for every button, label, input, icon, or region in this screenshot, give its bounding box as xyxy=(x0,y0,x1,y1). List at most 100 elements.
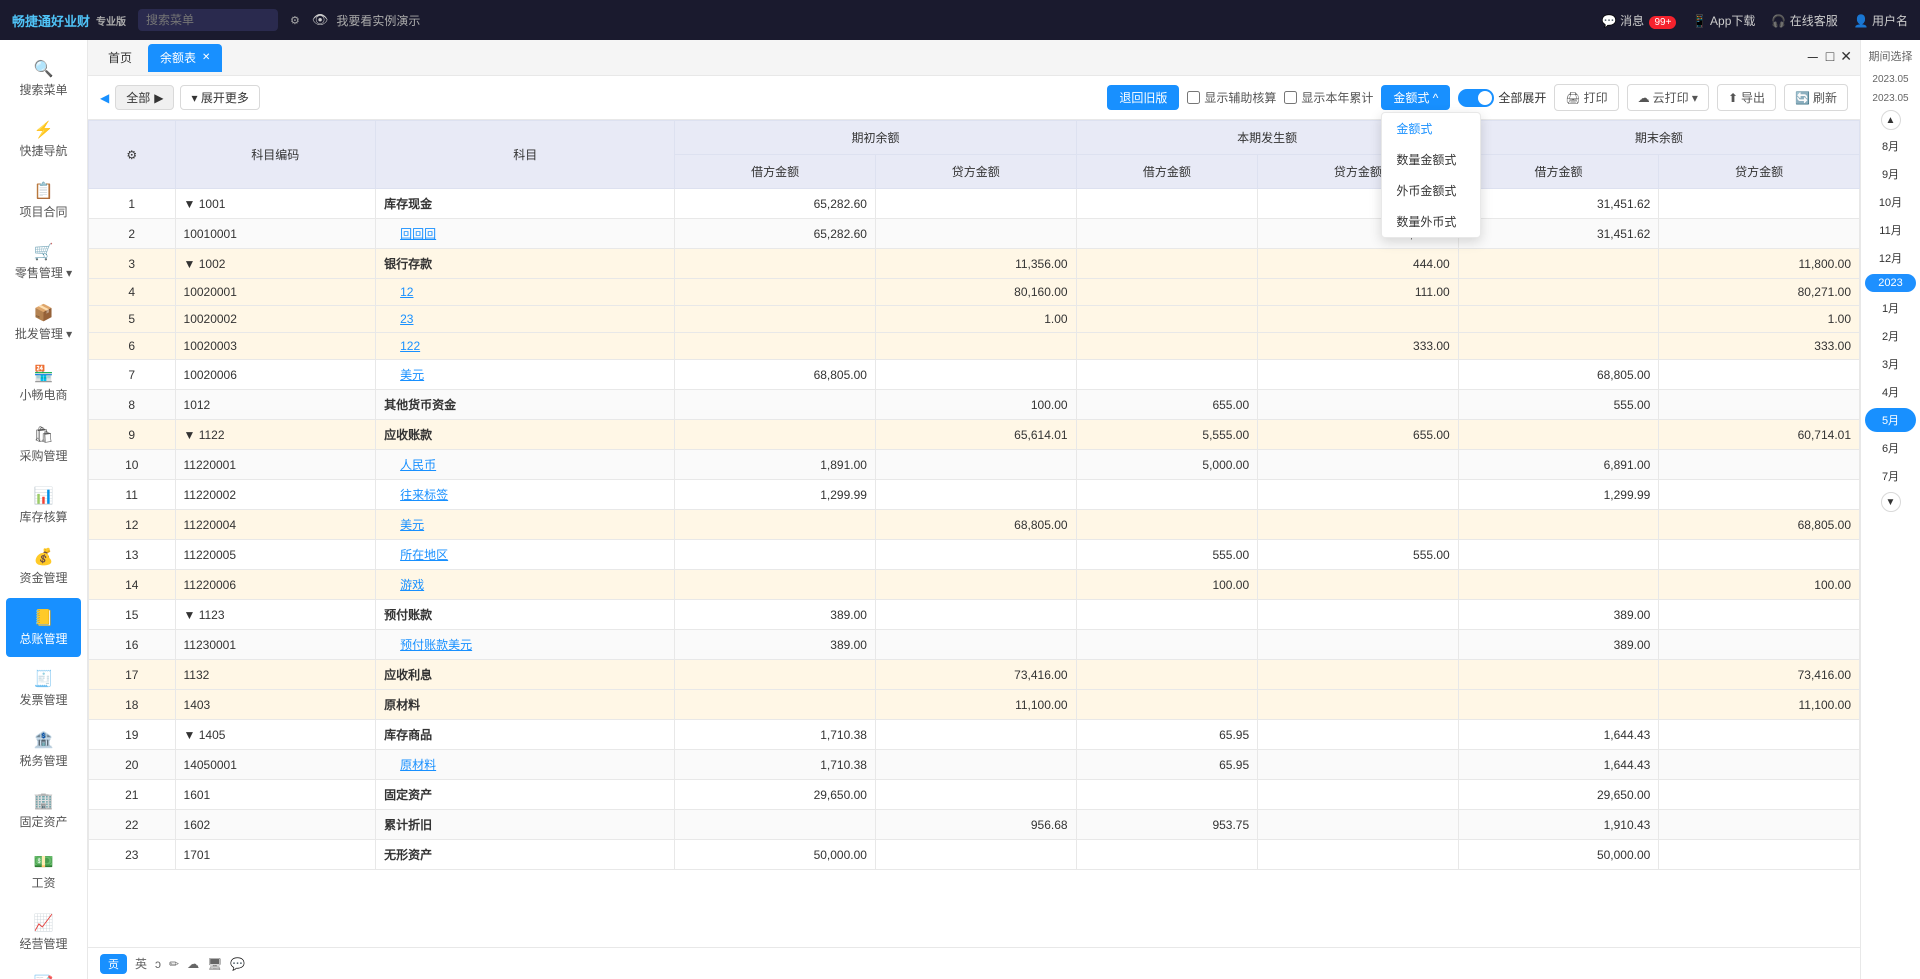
back-arrow-icon[interactable]: ◀ xyxy=(100,91,109,105)
cell-subject: 回回回 xyxy=(376,219,675,249)
show-assist-checkbox[interactable]: 显示辅助核算 xyxy=(1187,89,1276,106)
sidebar-item-capital[interactable]: 💰 资金管理 xyxy=(6,537,81,596)
format-option-foreign-amount[interactable]: 外币金额式 xyxy=(1382,175,1480,206)
tab-home[interactable]: 首页 xyxy=(96,44,144,72)
period-item-10[interactable]: 10月 xyxy=(1865,190,1916,214)
sidebar-item-assets[interactable]: 🏢 固定资产 xyxy=(6,781,81,840)
cell-subject: 游戏 xyxy=(376,570,675,600)
sidebar-item-retail[interactable]: 🛒 零售管理 ▾ xyxy=(6,232,81,291)
subject-label[interactable]: 游戏 xyxy=(400,578,424,592)
period-down-btn[interactable]: ▼ xyxy=(1881,492,1901,512)
cell-subject: 库存现金 xyxy=(376,189,675,219)
window-minimize-btn[interactable]: － xyxy=(1806,48,1820,68)
sidebar-item-wholesale[interactable]: 📦 批发管理 ▾ xyxy=(6,293,81,352)
period-up-btn[interactable]: ▲ xyxy=(1881,110,1901,130)
tab-balance[interactable]: 余额表 ✕ xyxy=(148,44,222,72)
period-item-11[interactable]: 11月 xyxy=(1865,218,1916,242)
show-year-input[interactable] xyxy=(1284,91,1297,104)
cloud-print-btn[interactable]: ☁ 云打印 ▾ xyxy=(1627,84,1709,111)
table-row: 2 10010001 回回回 65,282.60 33,830.98 31,45… xyxy=(89,219,1860,249)
subject-label[interactable]: 预付账款美元 xyxy=(400,638,472,652)
period-item-6[interactable]: 6月 xyxy=(1865,436,1916,460)
download-btn[interactable]: 📱 App下载 xyxy=(1692,12,1755,29)
top-bar: 畅捷通好业财 专业版 ⚙ 👁 我要看实例演示 💬 消息 99+ 📱 App下载 … xyxy=(0,0,1920,40)
sidebar-item-report[interactable]: 📝 小畅报销 xyxy=(6,964,81,979)
period-item-8[interactable]: 8月 xyxy=(1865,134,1916,158)
period-range-end: 2023.05 xyxy=(1870,91,1910,106)
period-item-4[interactable]: 4月 xyxy=(1865,380,1916,404)
tab-close-icon[interactable]: ✕ xyxy=(202,52,210,63)
period-item-3[interactable]: 3月 xyxy=(1865,352,1916,376)
period-item-12[interactable]: 12月 xyxy=(1865,246,1916,270)
th-settings[interactable]: ⚙ xyxy=(89,121,176,189)
period-item-2[interactable]: 2月 xyxy=(1865,324,1916,348)
period-item-7[interactable]: 7月 xyxy=(1865,464,1916,488)
sidebar-item-quicknav[interactable]: ⚡ 快捷导航 xyxy=(6,110,81,169)
table-row: 19 ▼ 1405 库存商品 1,710.38 65.95 1,644.43 xyxy=(89,720,1860,750)
message-btn[interactable]: 💬 消息 99+ xyxy=(1602,12,1677,29)
format-option-amount[interactable]: 金额式 xyxy=(1382,113,1480,144)
service-btn[interactable]: 🎧 在线客服 xyxy=(1771,12,1837,29)
sidebar-item-tax[interactable]: 🏦 税务管理 xyxy=(6,720,81,779)
period-item-9[interactable]: 9月 xyxy=(1865,162,1916,186)
expand-all-toggle[interactable]: 全部展开 xyxy=(1458,89,1546,107)
window-close-btn[interactable]: ✕ xyxy=(1840,48,1852,68)
gear-icon[interactable]: ⚙ xyxy=(290,14,300,27)
cell-no: 10 xyxy=(89,450,176,480)
subject-label[interactable]: 往来标签 xyxy=(400,488,448,502)
lang-btn[interactable]: ↄ xyxy=(155,957,161,971)
sidebar-item-label: 批发管理 ▾ xyxy=(15,327,72,341)
cell-op-credit xyxy=(875,540,1076,570)
subject-label[interactable]: 原材料 xyxy=(400,758,436,772)
subject-label[interactable]: 122 xyxy=(400,339,420,353)
sidebar-item-operation[interactable]: 📈 经营管理 xyxy=(6,903,81,962)
window-maximize-btn[interactable]: □ xyxy=(1826,48,1834,68)
demo-link: 👁 我要看实例演示 xyxy=(312,12,1590,29)
sidebar-item-ledger[interactable]: 📒 总账管理 xyxy=(6,598,81,657)
subject-label[interactable]: 所在地区 xyxy=(400,548,448,562)
refresh-btn[interactable]: 🔄 刷新 xyxy=(1784,84,1848,111)
show-assist-input[interactable] xyxy=(1187,91,1200,104)
toggle-switch-control[interactable] xyxy=(1458,89,1494,107)
ledger-icon: 📒 xyxy=(10,608,77,628)
cell-op-debit: 389.00 xyxy=(675,630,876,660)
sidebar-item-ecommerce[interactable]: 🏪 小畅电商 xyxy=(6,354,81,413)
format-option-qty-foreign[interactable]: 数量外币式 xyxy=(1382,206,1480,237)
print-btn[interactable]: 🖨 打印 xyxy=(1554,84,1618,111)
cell-op-debit: 65,282.60 xyxy=(675,189,876,219)
sidebar-item-salary[interactable]: 💵 工资 xyxy=(6,842,81,901)
format-option-qty-amount[interactable]: 数量金额式 xyxy=(1382,144,1480,175)
subject-label[interactable]: 美元 xyxy=(400,368,424,382)
show-year-checkbox[interactable]: 显示本年累计 xyxy=(1284,89,1373,106)
subject-label[interactable]: 回回回 xyxy=(400,227,436,241)
cell-cl-credit: 333.00 xyxy=(1659,333,1860,360)
settings-icon[interactable]: ⚙ xyxy=(126,148,137,162)
breadcrumb-btn[interactable]: 全部 ▶ xyxy=(115,85,174,110)
period-item-1[interactable]: 1月 xyxy=(1865,296,1916,320)
sidebar-item-search[interactable]: 🔍 搜索菜单 xyxy=(6,49,81,108)
feed-btn[interactable]: 贡 xyxy=(100,954,127,974)
subject-label[interactable]: 23 xyxy=(400,312,413,326)
sidebar-item-inventory[interactable]: 📊 库存核算 xyxy=(6,476,81,535)
quicknav-icon: ⚡ xyxy=(10,120,77,140)
back-old-btn[interactable]: 退回旧版 xyxy=(1107,85,1179,110)
cell-per-credit: 655.00 xyxy=(1258,420,1459,450)
expand-btn[interactable]: ▾ 展开更多 xyxy=(180,85,259,110)
subject-label[interactable]: 人民币 xyxy=(400,458,436,472)
search-input[interactable] xyxy=(138,9,278,31)
cell-cl-debit xyxy=(1458,333,1659,360)
sidebar-item-purchase[interactable]: 🛍 采购管理 xyxy=(6,415,81,474)
subject-label[interactable]: 12 xyxy=(400,285,413,299)
tab-balance-label: 余额表 xyxy=(160,49,196,66)
sidebar-item-invoice[interactable]: 🧾 发票管理 xyxy=(6,659,81,718)
subject-label[interactable]: 美元 xyxy=(400,518,424,532)
subject-label: 原材料 xyxy=(384,698,420,712)
period-item-5[interactable]: 5月 xyxy=(1865,408,1916,432)
cell-per-debit: 5,000.00 xyxy=(1076,450,1258,480)
user-avatar[interactable]: 👤 用户名 xyxy=(1854,12,1908,29)
sidebar-item-project[interactable]: 📋 项目合同 xyxy=(6,171,81,230)
cell-subject: 固定资产 xyxy=(376,780,675,810)
export-btn[interactable]: ⬆ 导出 xyxy=(1717,84,1776,111)
format-dropdown-btn[interactable]: 金额式 ^ xyxy=(1381,85,1450,110)
cell-subject: 美元 xyxy=(376,510,675,540)
